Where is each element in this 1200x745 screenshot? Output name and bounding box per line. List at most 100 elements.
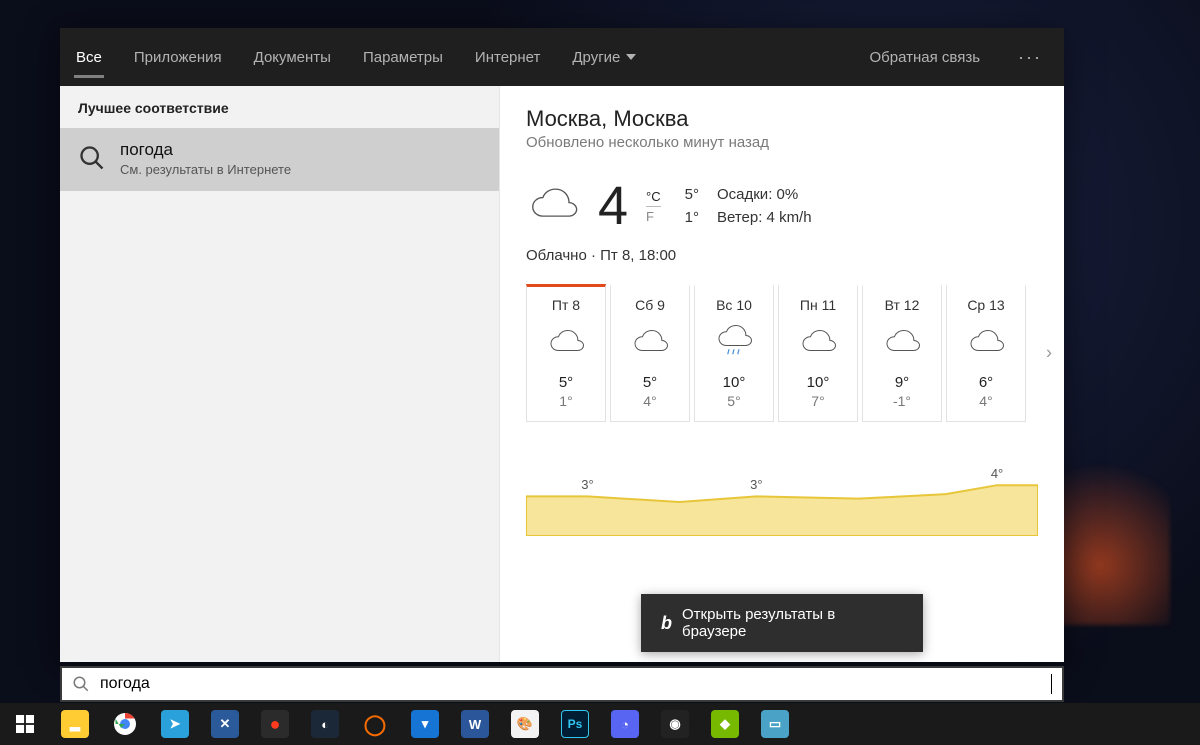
forecast-low: 4° xyxy=(947,393,1025,409)
tab-apps[interactable]: Приложения xyxy=(118,28,238,86)
tab-docs[interactable]: Документы xyxy=(238,28,347,86)
taskbar-item-chrome[interactable] xyxy=(102,703,148,745)
taskbar-item-start[interactable] xyxy=(2,703,48,745)
bing-icon: b xyxy=(661,613,672,634)
chart-point-label: 3° xyxy=(581,477,593,492)
search-tabs: Все Приложения Документы Параметры Интер… xyxy=(60,28,1064,86)
origin-icon: ◯ xyxy=(361,710,389,738)
forecast-high: 10° xyxy=(695,374,773,391)
forecast-day-label: Ср 13 xyxy=(947,297,1025,313)
tab-more[interactable]: Другие xyxy=(556,28,652,86)
taskbar-item-notes[interactable]: ▭ xyxy=(752,703,798,745)
word-icon: W xyxy=(461,710,489,738)
precipitation: Осадки: 0% xyxy=(717,186,812,203)
forecast-day[interactable]: Ср 13 6° 4° xyxy=(946,284,1026,422)
weather-updated: Обновлено несколько минут назад xyxy=(526,134,1038,151)
current-conditions-row: 4 °C F 5° 1° Осадки: 0% Ветер: 4 km/h xyxy=(526,179,1038,233)
paint-icon: 🎨 xyxy=(511,710,539,738)
forecast-row: Пт 85°1°Сб 95°4°Вс 1010°5°Пн 1110°7°Вт 1… xyxy=(526,284,1038,422)
forecast-high: 5° xyxy=(527,374,605,391)
chart-area-icon xyxy=(526,456,1038,536)
chrome-icon xyxy=(111,710,139,738)
search-icon xyxy=(72,675,90,693)
taskbar-item-origin[interactable]: ◯ xyxy=(352,703,398,745)
forecast-day[interactable]: Сб 95°4° xyxy=(610,284,690,422)
taskbar-item-file-explorer[interactable]: ▂ xyxy=(52,703,98,745)
forecast-low: 7° xyxy=(779,393,857,409)
forecast-day[interactable]: Пн 11 10° 7° xyxy=(778,284,858,422)
search-input[interactable] xyxy=(100,675,1051,693)
telegram-icon: ➤ xyxy=(161,710,189,738)
forecast-high: 9° xyxy=(863,374,941,391)
taskbar-item-discord[interactable]: ◔ xyxy=(602,703,648,745)
taskbar-item-word[interactable]: W xyxy=(452,703,498,745)
taskbar-item-nvidia[interactable]: ◆ xyxy=(702,703,748,745)
taskbar-item-obs[interactable]: ◉ xyxy=(652,703,698,745)
tab-settings-label: Параметры xyxy=(363,49,443,66)
wind: Ветер: 4 km/h xyxy=(717,209,812,226)
forecast-day-label: Вс 10 xyxy=(695,297,773,313)
rain-icon xyxy=(714,323,754,363)
taskbar-item-vk[interactable]: ✕ xyxy=(202,703,248,745)
forecast-day[interactable]: Вс 1010°5° xyxy=(694,284,774,422)
weather-location: Москва, Москва xyxy=(526,106,1038,132)
temp-low: 1° xyxy=(685,209,699,226)
text-caret xyxy=(1051,674,1052,694)
more-menu-button[interactable]: ··· xyxy=(996,47,1064,68)
forecast-next-button[interactable]: › xyxy=(1046,343,1052,364)
forecast-low: 4° xyxy=(611,393,689,409)
cloud-icon xyxy=(546,323,586,363)
forecast-day[interactable]: Вт 129°-1° xyxy=(862,284,942,422)
tab-web[interactable]: Интернет xyxy=(459,28,556,86)
tab-all[interactable]: Все xyxy=(60,28,118,86)
forecast-day-label: Пт 8 xyxy=(527,297,605,313)
tab-settings[interactable]: Параметры xyxy=(347,28,459,86)
search-icon xyxy=(78,144,106,172)
open-in-browser-label: Открыть результаты в браузере xyxy=(682,606,903,640)
taskbar-item-telegram[interactable]: ➤ xyxy=(152,703,198,745)
tab-feedback-label: Обратная связь xyxy=(870,49,981,66)
taskbar-item-steam[interactable]: ◐ xyxy=(302,703,348,745)
chart-point-label: 3° xyxy=(750,477,762,492)
taskbar-item-paint[interactable]: 🎨 xyxy=(502,703,548,745)
taskbar-search-box[interactable] xyxy=(60,666,1064,702)
uplay-icon: ▾ xyxy=(411,710,439,738)
taskbar-item-uplay[interactable]: ▾ xyxy=(402,703,448,745)
result-title: погода xyxy=(120,140,291,160)
search-results-column: Лучшее соответствие погода См. результат… xyxy=(60,86,500,662)
tab-feedback[interactable]: Обратная связь xyxy=(854,28,997,86)
forecast-high: 10° xyxy=(779,374,857,391)
current-temperature: 4 xyxy=(598,179,628,233)
cloud-icon xyxy=(966,323,1006,363)
taskbar-item-photoshop[interactable]: Ps xyxy=(552,703,598,745)
yandex-icon: ● xyxy=(261,710,289,738)
condition-line: Облачно · Пт 8, 18:00 xyxy=(526,247,1038,264)
cloud-icon xyxy=(882,323,922,363)
weather-preview-pane: Москва, Москва Обновлено несколько минут… xyxy=(500,86,1064,662)
steam-icon: ◐ xyxy=(311,710,339,738)
cloud-icon xyxy=(798,323,838,363)
temp-high: 5° xyxy=(685,186,699,203)
unit-fahrenheit: F xyxy=(646,207,661,224)
discord-icon: ◔ xyxy=(611,710,639,738)
temperature-chart: 3° 3° 4° xyxy=(526,456,1038,536)
best-match-header: Лучшее соответствие xyxy=(60,86,499,128)
forecast-day[interactable]: Пт 85°1° xyxy=(526,284,606,422)
notes-icon: ▭ xyxy=(761,710,789,738)
tab-more-label: Другие xyxy=(572,49,620,66)
cloud-icon xyxy=(630,323,670,363)
tab-all-label: Все xyxy=(76,49,102,66)
taskbar-item-yandex[interactable]: ● xyxy=(252,703,298,745)
forecast-high: 5° xyxy=(611,374,689,391)
forecast-low: -1° xyxy=(863,393,941,409)
unit-toggle[interactable]: °C F xyxy=(646,189,661,224)
chart-point-label: 4° xyxy=(991,466,1003,481)
forecast-high: 6° xyxy=(947,374,1025,391)
unit-celsius: °C xyxy=(646,189,661,207)
vk-icon: ✕ xyxy=(211,710,239,738)
open-in-browser-button[interactable]: b Открыть результаты в браузере xyxy=(641,594,923,652)
forecast-day-label: Пн 11 xyxy=(779,297,857,313)
search-result-item[interactable]: погода См. результаты в Интернете xyxy=(60,128,499,191)
taskbar: ▂ ➤ ✕ ● ◐ ◯ ▾ W 🎨 Ps ◔ ◉◆ ▭ xyxy=(0,703,1200,745)
result-subtitle: См. результаты в Интернете xyxy=(120,162,291,177)
